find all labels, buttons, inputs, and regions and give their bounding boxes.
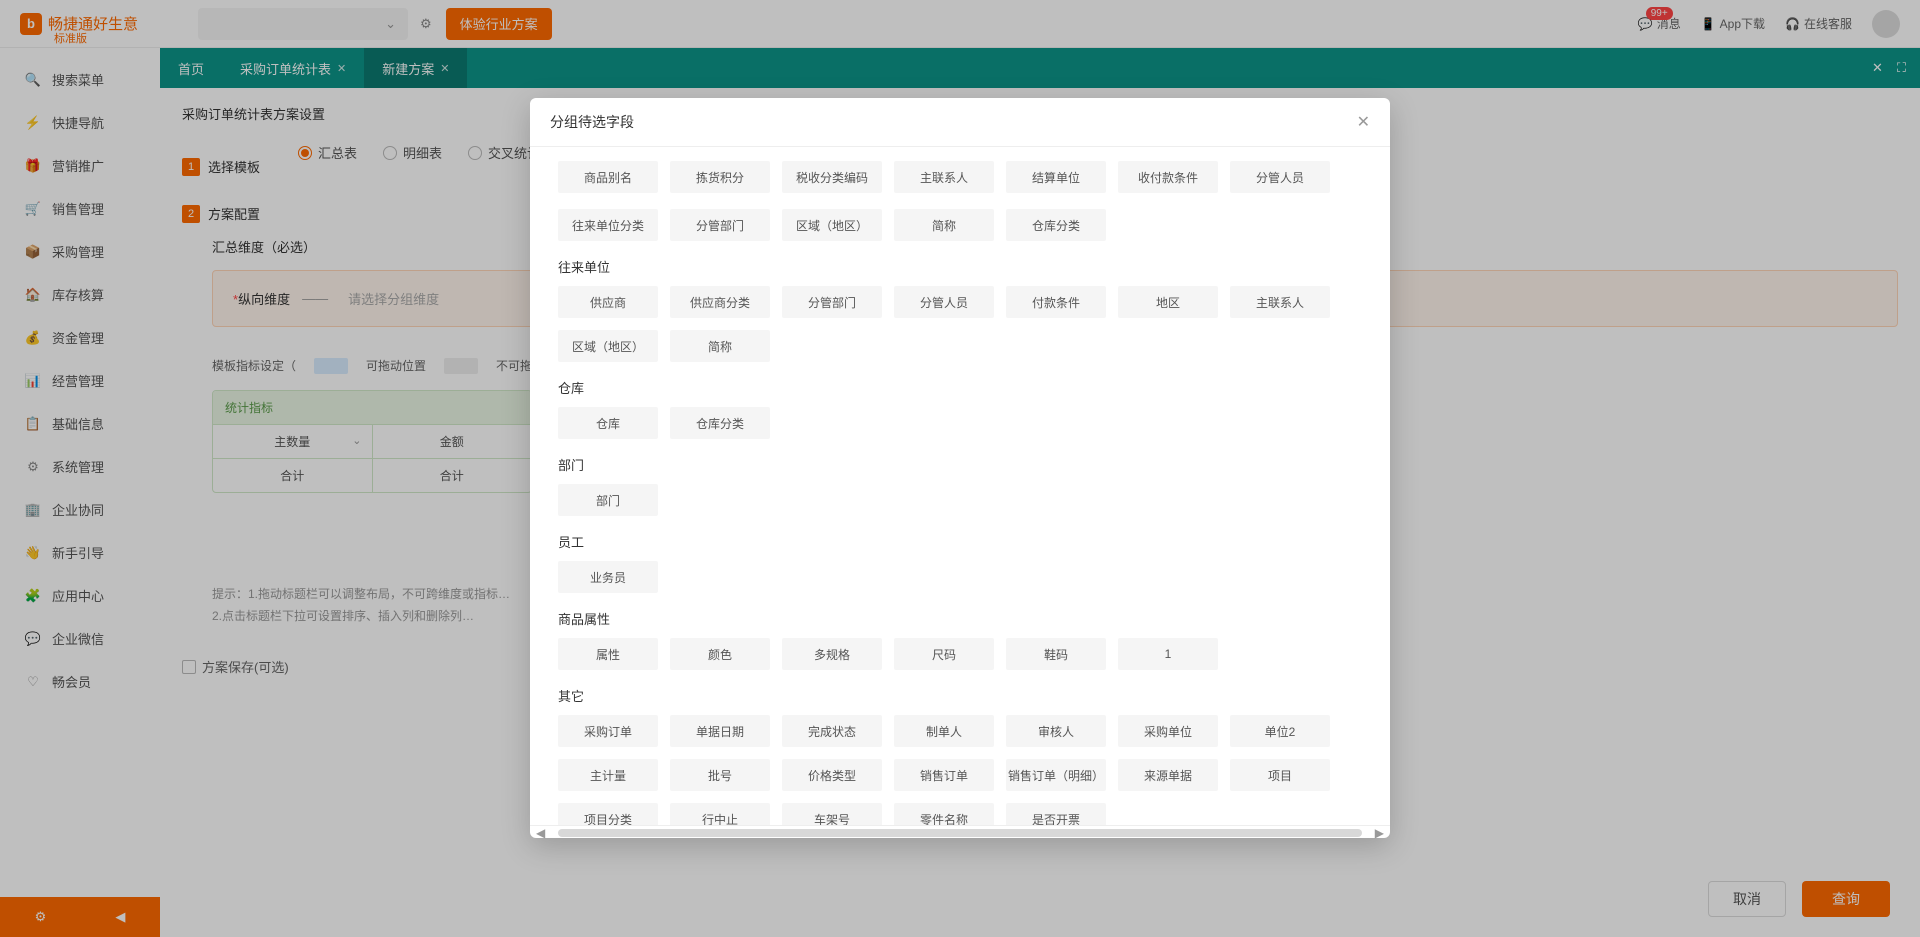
field-chip[interactable]: 颜色 [670,638,770,670]
field-chip[interactable]: 制单人 [894,715,994,747]
field-group-6: 商品属性属性颜色多规格尺码鞋码 1 [558,609,1370,670]
field-chip[interactable]: 完成状态 [782,715,882,747]
field-chip[interactable]: 采购单位 [1118,715,1218,747]
field-chip[interactable]: 付款条件 [1006,286,1106,318]
field-chip[interactable]: 往来单位分类 [558,209,658,241]
field-chip[interactable]: 分管部门 [782,286,882,318]
field-chip[interactable]: 主联系人 [1230,286,1330,318]
field-chip[interactable]: 项目 [1230,759,1330,791]
field-chip[interactable]: 零件名称 [894,803,994,825]
scroll-left-icon[interactable]: ◀ [536,826,545,840]
field-chip[interactable]: 税收分类编码 [782,161,882,193]
scroll-right-icon[interactable]: ▶ [1375,826,1384,840]
field-chip[interactable]: 分管部门 [670,209,770,241]
field-chip[interactable]: 仓库分类 [670,407,770,439]
field-group-title: 往来单位 [558,257,1370,276]
field-chip[interactable]: 供应商 [558,286,658,318]
field-chip[interactable]: 收付款条件 [1118,161,1218,193]
field-chip[interactable]: 主计量 [558,759,658,791]
field-group-3: 仓库仓库仓库分类 [558,378,1370,439]
field-chip[interactable]: 车架号 [782,803,882,825]
field-group-7: 其它采购订单单据日期完成状态制单人审核人采购单位单位2主计量批号价格类型销售订单… [558,686,1370,825]
field-group-2: 往来单位供应商供应商分类分管部门分管人员付款条件地区主联系人区域（地区） 简称 [558,257,1370,362]
field-chip[interactable]: 拣货积分 [670,161,770,193]
field-chip[interactable]: 1 [1118,638,1218,670]
field-chip[interactable]: 批号 [670,759,770,791]
field-group-title: 员工 [558,532,1370,551]
field-picker-modal: 分组待选字段 ✕ 商品别名拣货积分税收分类编码主联系人结算单位收付款条件分管人员… [530,98,1390,838]
field-chip[interactable]: 分管人员 [1230,161,1330,193]
field-chip[interactable]: 部门 [558,484,658,516]
field-group-title: 部门 [558,455,1370,474]
field-chip[interactable]: 是否开票 [1006,803,1106,825]
field-group-1: 往来单位分类分管部门区域（地区） 简称仓库分类 [558,209,1370,241]
field-chip[interactable]: 分管人员 [894,286,994,318]
field-chip[interactable]: 结算单位 [1006,161,1106,193]
field-chip[interactable]: 简称 [894,209,994,241]
field-chip[interactable]: 来源单据 [1118,759,1218,791]
field-chip[interactable]: 单据日期 [670,715,770,747]
field-chip[interactable]: 销售订单（明细） [1006,759,1106,791]
field-chip[interactable]: 单位2 [1230,715,1330,747]
field-group-title: 商品属性 [558,609,1370,628]
field-chip[interactable]: 采购订单 [558,715,658,747]
field-chip[interactable]: 主联系人 [894,161,994,193]
field-group-title: 仓库 [558,378,1370,397]
close-icon[interactable]: ✕ [1357,112,1370,132]
field-chip[interactable]: 价格类型 [782,759,882,791]
field-chip[interactable]: 行中止 [670,803,770,825]
field-chip[interactable]: 区域（地区） [558,330,658,362]
modal-hscroll[interactable]: ◀ ▶ [530,825,1390,838]
field-chip[interactable]: 项目分类 [558,803,658,825]
field-chip[interactable]: 地区 [1118,286,1218,318]
field-chip[interactable]: 业务员 [558,561,658,593]
field-chip[interactable]: 供应商分类 [670,286,770,318]
field-group-0: 商品别名拣货积分税收分类编码主联系人结算单位收付款条件分管人员 [558,161,1370,193]
field-chip[interactable]: 区域（地区） [782,209,882,241]
field-chip[interactable]: 属性 [558,638,658,670]
field-chip[interactable]: 商品别名 [558,161,658,193]
field-chip[interactable]: 多规格 [782,638,882,670]
field-chip[interactable]: 鞋码 [1006,638,1106,670]
field-group-5: 员工业务员 [558,532,1370,593]
field-chip[interactable]: 尺码 [894,638,994,670]
field-chip[interactable]: 销售订单 [894,759,994,791]
field-chip[interactable]: 仓库分类 [1006,209,1106,241]
modal-title: 分组待选字段 [550,112,634,132]
field-chip[interactable]: 简称 [670,330,770,362]
field-chip[interactable]: 仓库 [558,407,658,439]
field-chip[interactable]: 审核人 [1006,715,1106,747]
field-group-title: 其它 [558,686,1370,705]
field-group-4: 部门部门 [558,455,1370,516]
